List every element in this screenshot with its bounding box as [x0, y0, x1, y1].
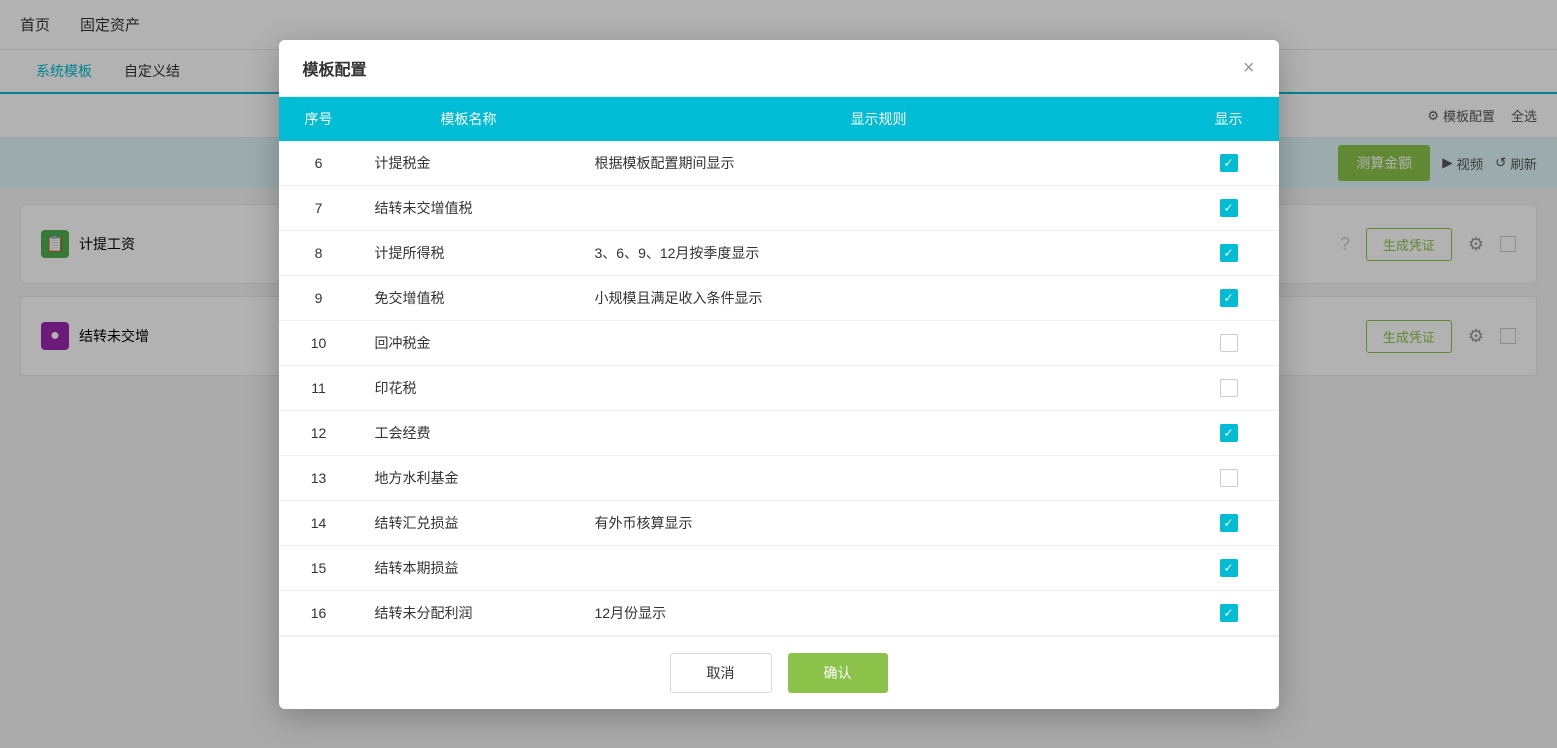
cell-no-10: 16 [279, 590, 359, 635]
cell-no-9: 15 [279, 545, 359, 590]
cell-rule-1 [579, 185, 1179, 230]
table-row: 7结转未交增值税 ✓ [279, 185, 1279, 230]
cell-rule-8: 有外币核算显示 [579, 500, 1179, 545]
checkbox-checked-6[interactable]: ✓ [1220, 424, 1238, 442]
checkbox-checked-8[interactable]: ✓ [1220, 514, 1238, 532]
table-body: 6计提税金根据模板配置期间显示✓7结转未交增值税✓8计提所得税3、6、9、12月… [279, 141, 1279, 636]
cell-name-7: 地方水利基金 [359, 455, 579, 500]
table-row: 11印花税 [279, 365, 1279, 410]
table-row: 9免交增值税小规模且满足收入条件显示 ✓ [279, 275, 1279, 320]
cell-check-6: ✓ [1179, 410, 1279, 455]
cell-no-1: 7 [279, 185, 359, 230]
table-row: 15结转本期损益 ✓ [279, 545, 1279, 590]
table-row: 14结转汇兑损益有外币核算显示 ✓ [279, 500, 1279, 545]
cell-no-4: 10 [279, 320, 359, 365]
table-row: 6计提税金根据模板配置期间显示 ✓ [279, 141, 1279, 186]
cell-rule-0: 根据模板配置期间显示 [579, 141, 1179, 186]
checkbox-unchecked-4[interactable] [1220, 334, 1238, 352]
cell-name-2: 计提所得税 [359, 230, 579, 275]
cell-name-9: 结转本期损益 [359, 545, 579, 590]
checkbox-checked-9[interactable]: ✓ [1220, 559, 1238, 577]
cancel-button[interactable]: 取消 [670, 653, 772, 693]
table-row: 12工会经费 ✓ [279, 410, 1279, 455]
col-header-rule: 显示规则 [579, 97, 1179, 141]
table-row: 13地方水利基金 [279, 455, 1279, 500]
table-row: 10回冲税金 [279, 320, 1279, 365]
cell-rule-2: 3、6、9、12月按季度显示 [579, 230, 1179, 275]
cell-check-3: ✓ [1179, 275, 1279, 320]
col-header-no: 序号 [279, 97, 359, 141]
template-config-modal: 模板配置 × 序号 模板名称 显示规则 显示 6计提税金根据模板配置期间显示✓7… [279, 40, 1279, 709]
cell-check-2: ✓ [1179, 230, 1279, 275]
checkbox-unchecked-7[interactable] [1220, 469, 1238, 487]
cell-check-7 [1179, 455, 1279, 500]
cell-name-6: 工会经费 [359, 410, 579, 455]
cell-no-8: 14 [279, 500, 359, 545]
modal-footer: 取消 确认 [279, 636, 1279, 709]
cell-rule-4 [579, 320, 1179, 365]
cell-name-1: 结转未交增值税 [359, 185, 579, 230]
cell-no-2: 8 [279, 230, 359, 275]
cell-name-4: 回冲税金 [359, 320, 579, 365]
checkbox-checked-3[interactable]: ✓ [1220, 289, 1238, 307]
cell-no-5: 11 [279, 365, 359, 410]
cell-check-10: ✓ [1179, 590, 1279, 635]
cell-rule-3: 小规模且满足收入条件显示 [579, 275, 1179, 320]
cell-rule-7 [579, 455, 1179, 500]
cell-check-8: ✓ [1179, 500, 1279, 545]
modal-title: 模板配置 [303, 56, 367, 80]
cell-rule-6 [579, 410, 1179, 455]
cell-no-0: 6 [279, 141, 359, 186]
cell-rule-10: 12月份显示 [579, 590, 1179, 635]
modal-body: 序号 模板名称 显示规则 显示 6计提税金根据模板配置期间显示✓7结转未交增值税… [279, 97, 1279, 636]
cell-name-10: 结转未分配利润 [359, 590, 579, 635]
table-row: 16结转未分配利润12月份显示 ✓ [279, 590, 1279, 635]
modal-close-button[interactable]: × [1243, 58, 1255, 78]
cell-name-0: 计提税金 [359, 141, 579, 186]
table-row: 8计提所得税3、6、9、12月按季度显示 ✓ [279, 230, 1279, 275]
cell-no-3: 9 [279, 275, 359, 320]
modal-overlay: 模板配置 × 序号 模板名称 显示规则 显示 6计提税金根据模板配置期间显示✓7… [0, 0, 1557, 748]
config-table: 序号 模板名称 显示规则 显示 6计提税金根据模板配置期间显示✓7结转未交增值税… [279, 97, 1279, 636]
cell-rule-5 [579, 365, 1179, 410]
checkbox-checked-2[interactable]: ✓ [1220, 244, 1238, 262]
col-header-display: 显示 [1179, 97, 1279, 141]
cell-no-6: 12 [279, 410, 359, 455]
cell-name-8: 结转汇兑损益 [359, 500, 579, 545]
cell-name-5: 印花税 [359, 365, 579, 410]
cell-no-7: 13 [279, 455, 359, 500]
checkbox-checked-0[interactable]: ✓ [1220, 154, 1238, 172]
checkbox-checked-10[interactable]: ✓ [1220, 604, 1238, 622]
cell-check-1: ✓ [1179, 185, 1279, 230]
table-header-row: 序号 模板名称 显示规则 显示 [279, 97, 1279, 141]
confirm-button[interactable]: 确认 [788, 653, 888, 693]
cell-name-3: 免交增值税 [359, 275, 579, 320]
cell-check-0: ✓ [1179, 141, 1279, 186]
cell-check-5 [1179, 365, 1279, 410]
cell-check-4 [1179, 320, 1279, 365]
checkbox-unchecked-5[interactable] [1220, 379, 1238, 397]
checkbox-checked-1[interactable]: ✓ [1220, 199, 1238, 217]
cell-rule-9 [579, 545, 1179, 590]
col-header-name: 模板名称 [359, 97, 579, 141]
cell-check-9: ✓ [1179, 545, 1279, 590]
modal-header: 模板配置 × [279, 40, 1279, 97]
